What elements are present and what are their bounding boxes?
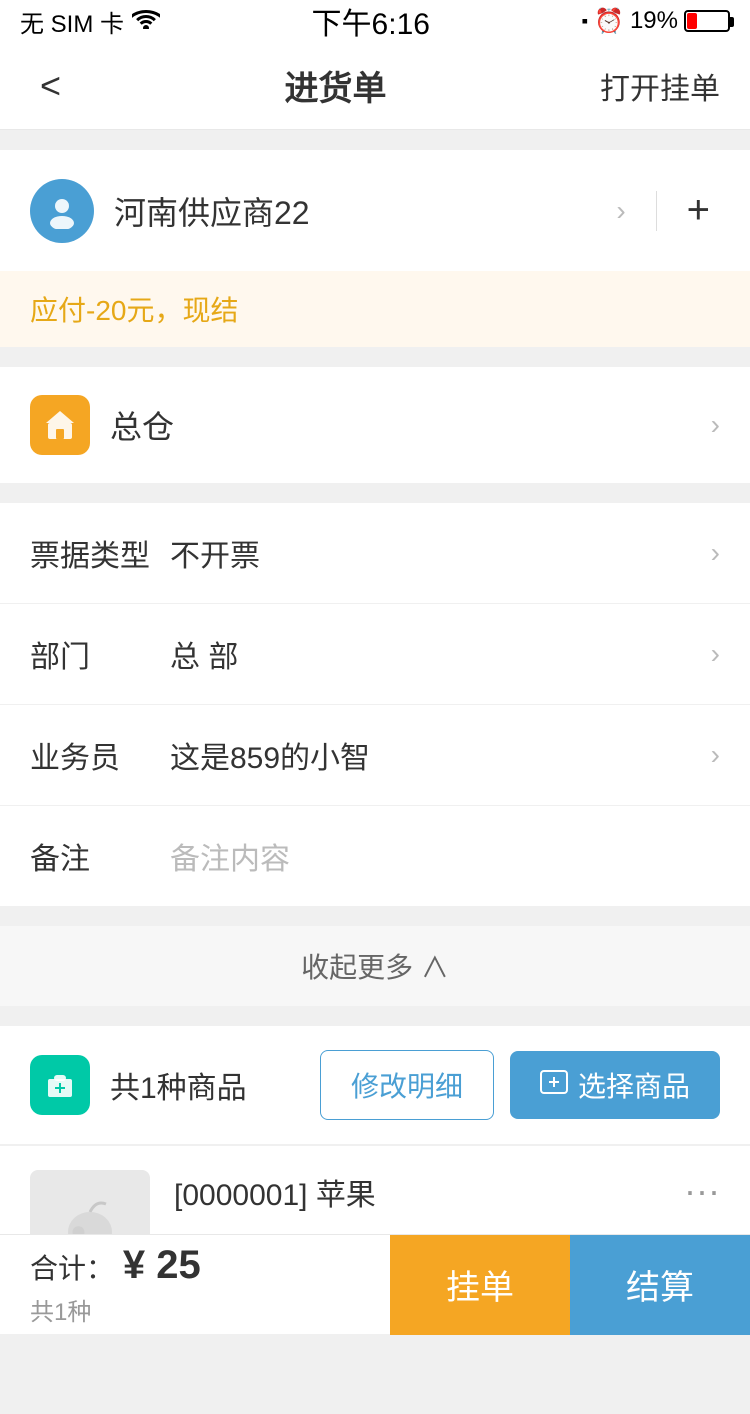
status-right: ⬝ ⏰ 19% bbox=[581, 7, 730, 36]
invoice-arrow-icon: › bbox=[711, 537, 720, 569]
invoice-row[interactable]: 票据类型 不开票 › bbox=[0, 503, 750, 604]
status-time: 下午6:16 bbox=[312, 0, 430, 43]
remark-row[interactable]: 备注 备注内容 bbox=[0, 806, 750, 906]
select-product-label: 选择商品 bbox=[578, 1065, 690, 1105]
supplier-name: 河南供应商22 bbox=[114, 188, 616, 234]
battery-icon bbox=[684, 10, 730, 32]
salesman-row[interactable]: 业务员 这是859的小智 › bbox=[0, 705, 750, 806]
carrier-text: 无 SIM 卡 bbox=[20, 4, 124, 39]
product-count: 共1种商品 bbox=[110, 1063, 320, 1107]
supplier-card: 河南供应商22 › + bbox=[0, 150, 750, 271]
warehouse-section: 总仓 › bbox=[0, 367, 750, 483]
gap-2 bbox=[0, 347, 750, 367]
department-value: 总 部 bbox=[170, 632, 711, 676]
total-value: ¥ 25 bbox=[123, 1243, 201, 1287]
invoice-value: 不开票 bbox=[170, 531, 711, 575]
product-title: 苹果 bbox=[316, 1179, 376, 1212]
location-icon: ⬝ bbox=[581, 7, 588, 35]
page-title: 进货单 bbox=[285, 61, 387, 110]
salesman-value: 这是859的小智 bbox=[170, 733, 711, 777]
wifi-icon bbox=[132, 7, 160, 36]
collapse-label: 收起更多 ∧ bbox=[301, 946, 449, 986]
product-name: [0000001] 苹果 bbox=[174, 1170, 660, 1214]
supplier-add-button[interactable]: + bbox=[677, 178, 720, 243]
bottom-bar: 合计： ¥ 25 共1种 挂单 结算 bbox=[0, 1234, 750, 1334]
total-section: 合计： ¥ 25 共1种 bbox=[0, 1243, 390, 1327]
supplier-arrow-icon: › bbox=[616, 195, 625, 227]
collapse-button[interactable]: 收起更多 ∧ bbox=[0, 926, 750, 1006]
select-product-icon bbox=[540, 1069, 568, 1101]
remark-input[interactable]: 备注内容 bbox=[170, 834, 720, 878]
salesman-label: 业务员 bbox=[30, 733, 170, 777]
total-amount: 合计： ¥ 25 bbox=[30, 1243, 360, 1288]
select-product-button[interactable]: 选择商品 bbox=[510, 1051, 720, 1119]
checkout-button[interactable]: 结算 bbox=[570, 1235, 750, 1335]
supplier-row[interactable]: 河南供应商22 › + bbox=[30, 150, 720, 271]
salesman-arrow-icon: › bbox=[711, 739, 720, 771]
warehouse-arrow-icon: › bbox=[711, 409, 720, 441]
warehouse-name: 总仓 bbox=[110, 402, 711, 448]
warning-banner: 应付-20元，现结 bbox=[0, 271, 750, 347]
supplier-avatar bbox=[30, 179, 94, 243]
battery-percent: 19% bbox=[630, 7, 678, 35]
total-label: 合计： bbox=[30, 1253, 114, 1284]
remark-label: 备注 bbox=[30, 834, 170, 878]
gap-1 bbox=[0, 130, 750, 150]
warehouse-icon bbox=[30, 395, 90, 455]
department-arrow-icon: › bbox=[711, 638, 720, 670]
product-header: 共1种商品 修改明细 选择商品 bbox=[0, 1026, 750, 1144]
hang-button[interactable]: 挂单 bbox=[390, 1235, 570, 1335]
department-label: 部门 bbox=[30, 632, 170, 676]
edit-detail-button[interactable]: 修改明细 bbox=[320, 1050, 494, 1120]
nav-bar: < 进货单 打开挂单 bbox=[0, 42, 750, 130]
status-bar: 无 SIM 卡 下午6:16 ⬝ ⏰ 19% bbox=[0, 0, 750, 42]
form-section: 票据类型 不开票 › 部门 总 部 › 业务员 这是859的小智 › 备注 备注… bbox=[0, 503, 750, 906]
supplier-divider bbox=[656, 191, 657, 231]
gap-4 bbox=[0, 906, 750, 926]
gap-5 bbox=[0, 1006, 750, 1026]
alarm-icon: ⏰ bbox=[594, 7, 624, 36]
back-button[interactable]: < bbox=[30, 55, 71, 117]
product-code: [0000001] bbox=[174, 1179, 307, 1212]
total-count: 共1种 bbox=[30, 1292, 360, 1327]
product-more-button[interactable]: ··· bbox=[660, 1170, 720, 1212]
invoice-label: 票据类型 bbox=[30, 531, 170, 575]
gap-3 bbox=[0, 483, 750, 503]
warehouse-row[interactable]: 总仓 › bbox=[30, 367, 720, 483]
status-left: 无 SIM 卡 bbox=[20, 4, 160, 39]
product-icon bbox=[30, 1055, 90, 1115]
department-row[interactable]: 部门 总 部 › bbox=[0, 604, 750, 705]
open-hang-button[interactable]: 打开挂单 bbox=[600, 64, 720, 108]
